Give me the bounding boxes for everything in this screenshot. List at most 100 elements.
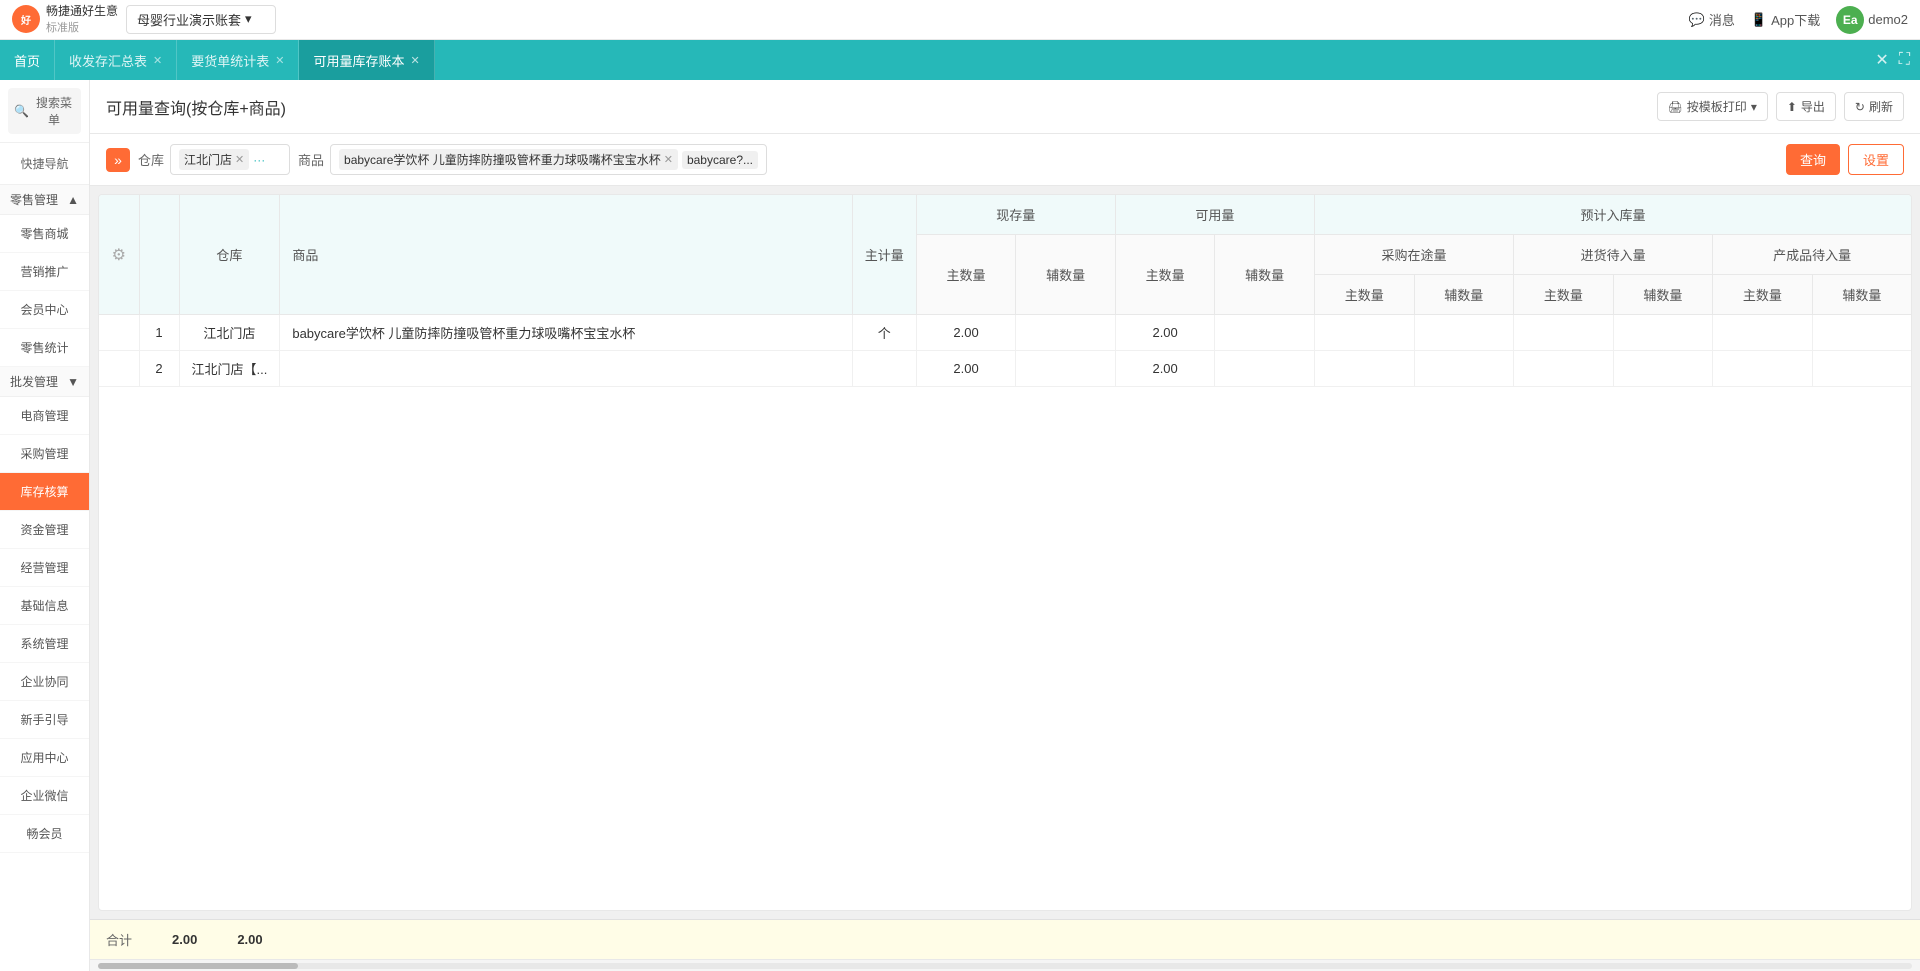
sidebar-item-label: 企业协同 xyxy=(20,673,68,690)
sidebar-item-operations[interactable]: 经营管理 xyxy=(0,549,89,587)
settings-btn[interactable]: 设置 xyxy=(1848,144,1904,175)
th-current-stock-group: 现存量 xyxy=(916,195,1115,235)
tab-income-summary[interactable]: 收发存汇总表 ✕ xyxy=(55,40,177,80)
tab-home[interactable]: 首页 xyxy=(0,40,55,80)
query-btn[interactable]: 查询 xyxy=(1786,144,1840,175)
export-btn[interactable]: ⬆ 导出 xyxy=(1776,92,1836,121)
cell-avail-aux xyxy=(1215,351,1315,387)
scrollbar-track[interactable] xyxy=(98,963,1912,969)
total-label: 合计 xyxy=(106,930,132,949)
message-btn[interactable]: 💬 消息 xyxy=(1689,10,1735,29)
data-table: ⚙ 仓库 商品 主计量 现存量 可用量 预计入库量 主数量 辅数量 主数量 xyxy=(99,195,1911,387)
sidebar-item-wholesale-mgmt[interactable]: 批发管理 ▼ xyxy=(0,367,89,397)
scrollbar-thumb[interactable] xyxy=(98,963,298,969)
sidebar-item-retail-mgmt[interactable]: 零售管理 ▲ xyxy=(0,185,89,215)
sidebar-item-app-center[interactable]: 应用中心 xyxy=(0,739,89,777)
logo-icon: 好 xyxy=(12,5,40,33)
sidebar-item-ecommerce[interactable]: 电商管理 xyxy=(0,397,89,435)
cell-product-main xyxy=(1713,351,1813,387)
goods-input[interactable]: babycare学饮杯 儿童防摔防撞吸管杯重力球吸嘴杯宝宝水杯 ✕ babyca… xyxy=(330,144,767,175)
cell-stock-aux xyxy=(1016,351,1116,387)
sidebar-item-enterprise-wechat[interactable]: 企业微信 xyxy=(0,777,89,815)
sidebar-item-label: 库存核算 xyxy=(20,483,68,500)
filter-more-icon[interactable]: ··· xyxy=(253,153,265,167)
search-icon: 🔍 xyxy=(14,104,29,118)
th-purchase-aux: 辅数量 xyxy=(1414,275,1514,315)
warehouse-label: 仓库 xyxy=(138,150,164,169)
cell-stock-main: 2.00 xyxy=(916,315,1016,351)
th-pending-inbound: 进货待入量 xyxy=(1514,235,1713,275)
cell-product-aux xyxy=(1812,351,1911,387)
cell-unit xyxy=(852,351,916,387)
sidebar-item-enterprise[interactable]: 企业协同 xyxy=(0,663,89,701)
cell-avail-main: 2.00 xyxy=(1115,315,1215,351)
tab-order-close[interactable]: ✕ xyxy=(275,54,284,67)
sidebar-item-finance[interactable]: 资金管理 xyxy=(0,511,89,549)
goods-tag-1-close[interactable]: ✕ xyxy=(664,153,673,166)
sidebar-item-retail-stats[interactable]: 零售统计 xyxy=(0,329,89,367)
th-available-group: 可用量 xyxy=(1115,195,1314,235)
page-actions: 🖨 按模板打印 ▾ ⬆ 导出 ↻ 刷新 xyxy=(1657,92,1904,121)
top-bar-right: 💬 消息 📱 App下载 Ea demo2 xyxy=(1689,6,1908,34)
cell-purchase-aux xyxy=(1414,351,1514,387)
tab-bar: 首页 收发存汇总表 ✕ 要货单统计表 ✕ 可用量库存账本 ✕ ✕ ⛶ xyxy=(0,40,1920,80)
search-menu-btn[interactable]: 🔍 搜索菜单 xyxy=(8,88,81,134)
quick-nav-area: 快捷导航 xyxy=(0,143,89,185)
sidebar-item-label: 畅会员 xyxy=(26,825,62,842)
sidebar-item-label: 会员中心 xyxy=(20,301,68,318)
sidebar-item-vip-member[interactable]: 畅会员 xyxy=(0,815,89,853)
tab-income-close[interactable]: ✕ xyxy=(153,54,162,67)
cell-avail-main: 2.00 xyxy=(1115,351,1215,387)
warehouse-tag: 江北门店 ✕ xyxy=(179,149,249,170)
tab-maximize[interactable]: ⛶ xyxy=(1899,51,1910,69)
cell-no: 1 xyxy=(139,315,179,351)
chevron-icon: ▲ xyxy=(67,193,79,207)
sidebar-item-member[interactable]: 会员中心 xyxy=(0,291,89,329)
cell-stock-aux xyxy=(1016,315,1116,351)
data-table-wrapper: ⚙ 仓库 商品 主计量 现存量 可用量 预计入库量 主数量 辅数量 主数量 xyxy=(98,194,1912,911)
quick-nav-btn[interactable]: 快捷导航 xyxy=(0,149,89,178)
cell-avail-aux xyxy=(1215,315,1315,351)
cell-settings xyxy=(99,351,139,387)
sidebar-search-area: 🔍 搜索菜单 xyxy=(0,80,89,143)
refresh-btn[interactable]: ↻ 刷新 xyxy=(1844,92,1904,121)
th-warehouse: 仓库 xyxy=(179,195,280,315)
total-avail-main-item: 2.00 xyxy=(237,932,262,947)
sidebar-item-marketing[interactable]: 营销推广 xyxy=(0,253,89,291)
total-stock-main-item: 2.00 xyxy=(172,932,197,947)
filter-expand-btn[interactable]: » xyxy=(106,148,130,172)
sidebar-item-newbie[interactable]: 新手引导 xyxy=(0,701,89,739)
cell-product-aux xyxy=(1812,315,1911,351)
sidebar-item-basic-info[interactable]: 基础信息 xyxy=(0,587,89,625)
tab-close-all[interactable]: ✕ xyxy=(1875,50,1888,70)
warehouse-tag-close[interactable]: ✕ xyxy=(235,153,244,166)
sidebar-item-system[interactable]: 系统管理 xyxy=(0,625,89,663)
brand-info: 畅捷通好生意 标准版 xyxy=(46,4,118,34)
app-download-btn[interactable]: 📱 App下载 xyxy=(1751,10,1820,29)
tab-stock-close[interactable]: ✕ xyxy=(411,54,420,67)
warehouse-input[interactable]: 江北门店 ✕ ··· xyxy=(170,144,290,175)
tab-available-stock[interactable]: 可用量库存账本 ✕ xyxy=(299,40,434,80)
filter-area: » 仓库 江北门店 ✕ ··· 商品 babycare学饮杯 儿童防摔防撞吸管杯… xyxy=(90,134,1920,186)
sidebar-item-retail-mall[interactable]: 零售商城 xyxy=(0,215,89,253)
tab-order-stats[interactable]: 要货单统计表 ✕ xyxy=(177,40,299,80)
sidebar-item-label: 企业微信 xyxy=(20,787,68,804)
column-settings-icon[interactable]: ⚙ xyxy=(112,247,126,264)
content-area: 可用量查询(按仓库+商品) 🖨 按模板打印 ▾ ⬆ 导出 ↻ 刷新 xyxy=(90,80,1920,971)
sidebar-item-purchase[interactable]: 采购管理 xyxy=(0,435,89,473)
sidebar-item-label: 营销推广 xyxy=(20,263,68,280)
print-btn[interactable]: 🖨 按模板打印 ▾ xyxy=(1657,92,1768,121)
cell-warehouse: 江北门店【... xyxy=(179,351,280,387)
sidebar-item-label: 零售统计 xyxy=(20,339,68,356)
sidebar-item-label: 资金管理 xyxy=(20,521,68,538)
user-menu[interactable]: Ea demo2 xyxy=(1836,6,1908,34)
goods-tag-2: babycare?... xyxy=(682,151,758,169)
page-title: 可用量查询(按仓库+商品) xyxy=(106,95,286,119)
sidebar-item-stock[interactable]: 库存核算 xyxy=(0,473,89,511)
sidebar-item-label: 零售商城 xyxy=(20,225,68,242)
chevron-down-icon: ▾ xyxy=(245,11,252,27)
tab-stock-label: 可用量库存账本 xyxy=(313,51,404,70)
tab-income-label: 收发存汇总表 xyxy=(69,51,147,70)
cell-goods: babycare学饮杯 儿童防摔防撞吸管杯重力球吸嘴杯宝宝水杯 xyxy=(280,315,852,351)
industry-selector[interactable]: 母婴行业演示账套 ▾ xyxy=(126,5,276,34)
